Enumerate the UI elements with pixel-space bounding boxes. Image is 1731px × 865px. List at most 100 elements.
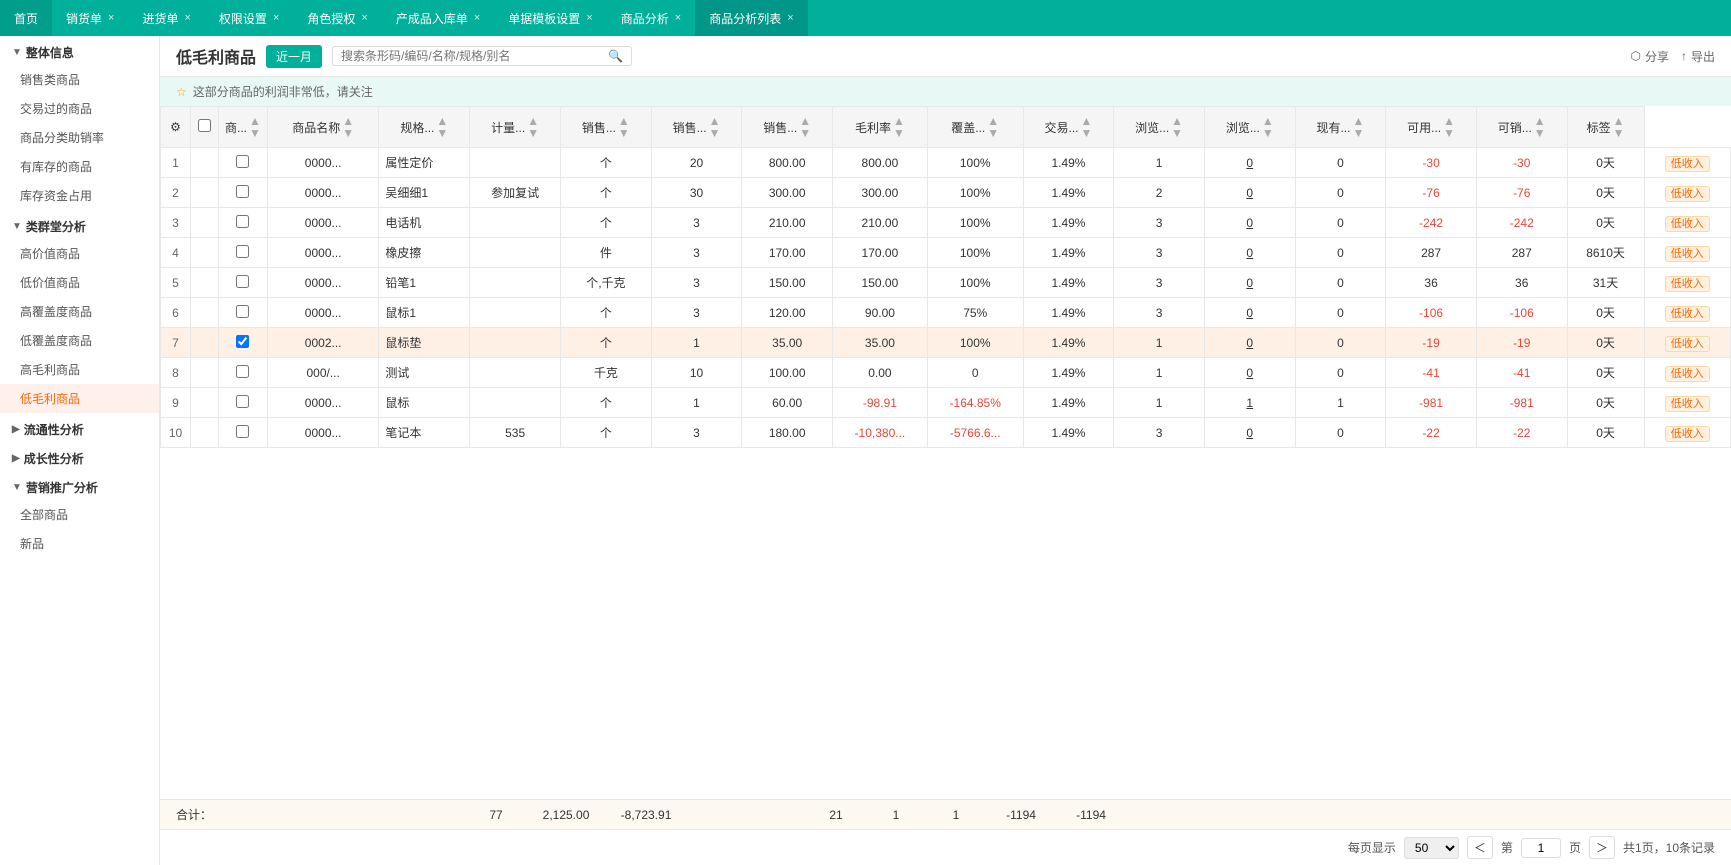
browse1-cell[interactable]: 0 (1204, 238, 1295, 268)
col-gross-margin[interactable]: 毛利率▲▼ (833, 107, 928, 148)
sidebar-group-overview[interactable]: ▼ 整体信息 (0, 36, 159, 65)
col-settings[interactable]: ⚙ (161, 107, 191, 148)
row-checkbox-cell[interactable] (219, 328, 268, 358)
prev-page-button[interactable]: ＜ (1467, 836, 1493, 859)
page-size-select[interactable]: 50 20 100 (1404, 837, 1459, 859)
sidebar-item-high-coverage[interactable]: 高覆盖度商品 (0, 297, 159, 326)
nav-purchase-order[interactable]: 进货单 × (128, 0, 204, 36)
sidebar-item-new-products[interactable]: 新品 (0, 529, 159, 558)
col-code[interactable]: 商...▲▼ (219, 107, 268, 148)
page-number-input[interactable] (1521, 838, 1561, 858)
row-checkbox-cell[interactable] (219, 178, 268, 208)
product-name-cell[interactable]: 鼠标 (379, 388, 470, 418)
col-coverage[interactable]: 覆盖...▲▼ (927, 107, 1023, 148)
close-icon[interactable]: × (474, 12, 480, 24)
row-checkbox[interactable] (236, 305, 249, 318)
product-name-cell[interactable]: 橡皮擦 (379, 238, 470, 268)
close-icon[interactable]: × (675, 12, 681, 24)
col-sales-amount[interactable]: 销售...▲▼ (742, 107, 833, 148)
nav-roles[interactable]: 角色授权 × (293, 0, 381, 36)
row-checkbox[interactable] (236, 185, 249, 198)
row-checkbox[interactable] (236, 245, 249, 258)
row-checkbox-cell[interactable] (219, 388, 268, 418)
sidebar-item-in-stock[interactable]: 有库存的商品 (0, 152, 159, 181)
row-checkbox[interactable] (236, 275, 249, 288)
col-tag[interactable]: 标签▲▼ (1567, 107, 1644, 148)
search-icon[interactable]: 🔍 (608, 49, 623, 63)
col-unit[interactable]: 计量...▲▼ (470, 107, 561, 148)
browse1-cell[interactable]: 0 (1204, 358, 1295, 388)
sidebar-item-stock-capital[interactable]: 库存资金占用 (0, 181, 159, 210)
sidebar-item-sales-products[interactable]: 销售类商品 (0, 65, 159, 94)
close-icon[interactable]: × (586, 12, 592, 24)
nav-permissions[interactable]: 权限设置 × (205, 0, 293, 36)
sidebar-item-high-gross[interactable]: 高毛利商品 (0, 355, 159, 384)
col-available[interactable]: 可用...▲▼ (1386, 107, 1477, 148)
row-checkbox[interactable] (236, 395, 249, 408)
row-checkbox[interactable] (236, 365, 249, 378)
browse1-cell[interactable]: 0 (1204, 268, 1295, 298)
row-checkbox[interactable] (236, 335, 249, 348)
sidebar-group-cluster[interactable]: ▼ 类群堂分析 (0, 210, 159, 239)
col-browse1[interactable]: 浏览...▲▼ (1114, 107, 1205, 148)
sidebar-item-low-coverage[interactable]: 低覆盖度商品 (0, 326, 159, 355)
sidebar-item-low-value[interactable]: 低价值商品 (0, 268, 159, 297)
close-icon[interactable]: × (273, 12, 279, 24)
close-icon[interactable]: × (787, 12, 793, 24)
col-sales-qty[interactable]: 销售...▲▼ (561, 107, 652, 148)
col-trade-count[interactable]: 交易...▲▼ (1023, 107, 1114, 148)
browse1-cell[interactable]: 0 (1204, 298, 1295, 328)
browse1-cell[interactable]: 0 (1204, 328, 1295, 358)
row-checkbox[interactable] (236, 215, 249, 228)
col-current-stock[interactable]: 现有...▲▼ (1295, 107, 1386, 148)
nav-sales-order[interactable]: 销货单 × (52, 0, 128, 36)
product-name-cell[interactable]: 属性定价 (379, 148, 470, 178)
row-checkbox-cell[interactable] (219, 208, 268, 238)
date-filter-button[interactable]: 近一月 (266, 45, 322, 68)
row-checkbox[interactable] (236, 425, 249, 438)
nav-home[interactable]: 首页 (0, 0, 52, 36)
nav-product-analysis[interactable]: 商品分析 × (607, 0, 695, 36)
product-name-cell[interactable]: 笔记本 (379, 418, 470, 448)
row-checkbox-cell[interactable] (219, 238, 268, 268)
product-name-cell[interactable]: 鼠标垫 (379, 328, 470, 358)
sidebar-item-low-gross[interactable]: 低毛利商品 (0, 384, 159, 413)
sidebar-group-growth[interactable]: ▶ 成长性分析 (0, 442, 159, 471)
browse1-cell[interactable]: 1 (1204, 388, 1295, 418)
col-sales-price[interactable]: 销售...▲▼ (651, 107, 742, 148)
sidebar-item-traded-products[interactable]: 交易过的商品 (0, 94, 159, 123)
col-sellable[interactable]: 可销...▲▼ (1476, 107, 1567, 148)
browse1-cell[interactable]: 0 (1204, 148, 1295, 178)
row-checkbox[interactable] (236, 155, 249, 168)
select-all-checkbox[interactable] (198, 119, 211, 132)
row-checkbox-cell[interactable] (219, 148, 268, 178)
row-checkbox-cell[interactable] (219, 268, 268, 298)
product-name-cell[interactable]: 测试 (379, 358, 470, 388)
share-button[interactable]: ⬡ 分享 (1630, 48, 1669, 65)
product-name-cell[interactable]: 电话机 (379, 208, 470, 238)
sidebar-item-all-products[interactable]: 全部商品 (0, 500, 159, 529)
col-select-all[interactable] (191, 107, 219, 148)
close-icon[interactable]: × (184, 12, 190, 24)
nav-template-settings[interactable]: 单据模板设置 × (494, 0, 606, 36)
nav-products-in[interactable]: 产成品入库单 × (382, 0, 494, 36)
browse1-cell[interactable]: 0 (1204, 178, 1295, 208)
sidebar-group-flow[interactable]: ▶ 流通性分析 (0, 413, 159, 442)
browse1-cell[interactable]: 0 (1204, 418, 1295, 448)
col-browse2[interactable]: 浏览...▲▼ (1204, 107, 1295, 148)
col-name[interactable]: 商品名称▲▼ (267, 107, 379, 148)
sidebar-group-marketing[interactable]: ▼ 营销推广分析 (0, 471, 159, 500)
sidebar-item-category-rate[interactable]: 商品分类助销率 (0, 123, 159, 152)
browse1-cell[interactable]: 0 (1204, 208, 1295, 238)
row-checkbox-cell[interactable] (219, 298, 268, 328)
row-checkbox-cell[interactable] (219, 358, 268, 388)
close-icon[interactable]: × (108, 12, 114, 24)
sidebar-item-high-value[interactable]: 高价值商品 (0, 239, 159, 268)
close-icon[interactable]: × (361, 12, 367, 24)
product-name-cell[interactable]: 鼠标1 (379, 298, 470, 328)
export-button[interactable]: ↑ 导出 (1681, 48, 1715, 65)
search-input[interactable] (341, 49, 604, 63)
nav-product-analysis-list[interactable]: 商品分析列表 × (695, 0, 807, 36)
product-name-cell[interactable]: 铅笔1 (379, 268, 470, 298)
row-checkbox-cell[interactable] (219, 418, 268, 448)
